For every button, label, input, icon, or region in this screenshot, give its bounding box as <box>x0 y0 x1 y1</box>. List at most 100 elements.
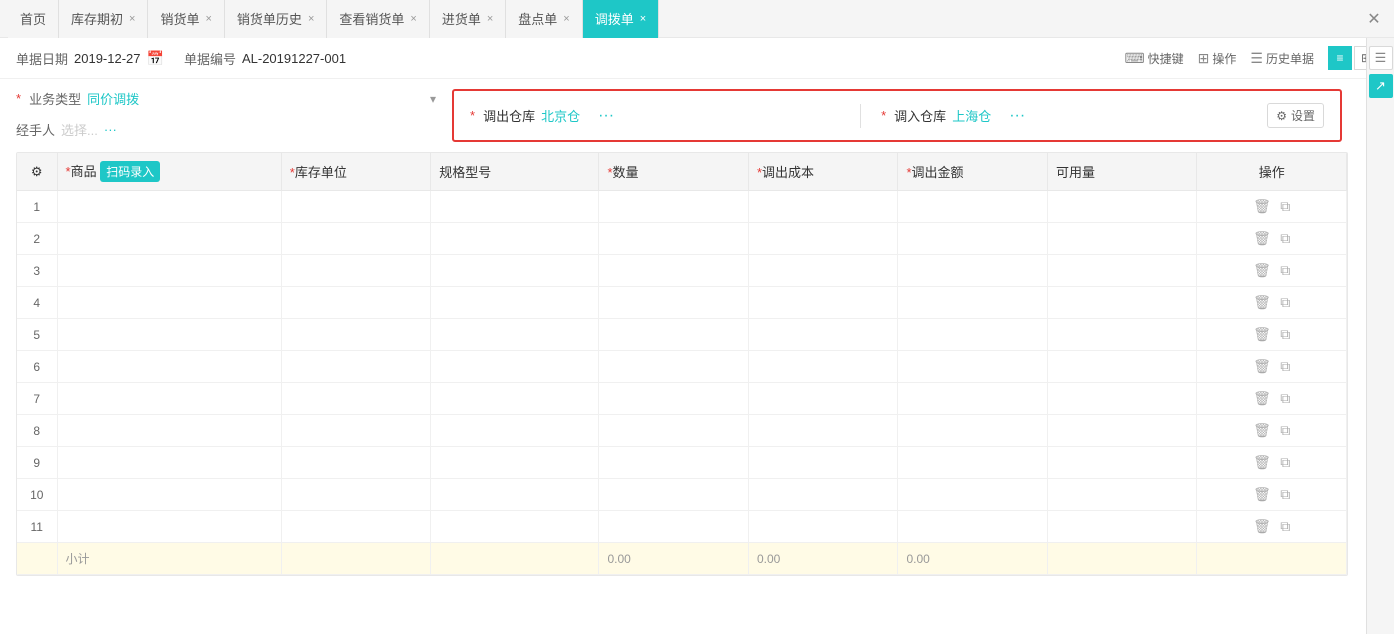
copy-icon[interactable]: ⧉ <box>1280 262 1290 278</box>
copy-icon[interactable]: ⧉ <box>1280 518 1290 534</box>
row-qty[interactable] <box>599 511 749 543</box>
row-product[interactable] <box>57 319 281 351</box>
copy-icon[interactable]: ⧉ <box>1280 230 1290 246</box>
delete-icon[interactable]: 🗑 <box>1253 358 1271 374</box>
history-action[interactable]: ☰ 历史单据 <box>1250 50 1314 67</box>
row-available[interactable] <box>1047 319 1197 351</box>
warehouse-in-more-button[interactable]: ··· <box>1009 107 1025 125</box>
row-unit[interactable] <box>281 383 431 415</box>
row-unit[interactable] <box>281 351 431 383</box>
row-amount[interactable] <box>898 191 1048 223</box>
row-cost[interactable] <box>748 223 898 255</box>
row-product[interactable] <box>57 511 281 543</box>
row-qty[interactable] <box>599 191 749 223</box>
shortcut-action[interactable]: ⌨ 快捷键 <box>1124 50 1183 67</box>
row-qty[interactable] <box>599 319 749 351</box>
delete-icon[interactable]: 🗑 <box>1253 390 1271 406</box>
tab-stocktake[interactable]: 盘点单 × <box>506 0 582 38</box>
row-amount[interactable] <box>898 415 1048 447</box>
row-amount[interactable] <box>898 351 1048 383</box>
row-unit[interactable] <box>281 447 431 479</box>
list-view-button[interactable]: ≡ <box>1328 46 1352 70</box>
row-amount[interactable] <box>898 511 1048 543</box>
row-available[interactable] <box>1047 383 1197 415</box>
delete-icon[interactable]: 🗑 <box>1253 262 1271 278</box>
tab-view-sales[interactable]: 查看销货单 × <box>327 0 429 38</box>
row-amount[interactable] <box>898 223 1048 255</box>
row-product[interactable] <box>57 415 281 447</box>
row-available[interactable] <box>1047 415 1197 447</box>
row-product[interactable] <box>57 447 281 479</box>
row-unit[interactable] <box>281 287 431 319</box>
side-share-button[interactable]: ↗ <box>1369 74 1393 98</box>
row-available[interactable] <box>1047 479 1197 511</box>
operation-action[interactable]: ⊞ 操作 <box>1198 50 1237 67</box>
tab-purchase[interactable]: 进货单 × <box>430 0 506 38</box>
tab-close-icon[interactable]: × <box>563 13 569 25</box>
row-unit[interactable] <box>281 511 431 543</box>
row-cost[interactable] <box>748 511 898 543</box>
row-qty[interactable] <box>599 255 749 287</box>
tab-close-icon[interactable]: × <box>410 13 416 25</box>
row-amount[interactable] <box>898 319 1048 351</box>
tab-transfer[interactable]: 调拨单 × <box>583 0 659 38</box>
row-spec[interactable] <box>431 191 599 223</box>
row-spec[interactable] <box>431 287 599 319</box>
copy-icon[interactable]: ⧉ <box>1280 454 1290 470</box>
copy-icon[interactable]: ⧉ <box>1280 390 1290 406</box>
copy-icon[interactable]: ⧉ <box>1280 198 1290 214</box>
row-spec[interactable] <box>431 479 599 511</box>
tab-sales-order[interactable]: 销货单 × <box>148 0 224 38</box>
row-qty[interactable] <box>599 415 749 447</box>
tab-home[interactable]: 首页 <box>8 0 59 38</box>
agent-more-button[interactable]: ··· <box>104 122 117 137</box>
row-product[interactable] <box>57 479 281 511</box>
tab-close-icon[interactable]: × <box>129 13 135 25</box>
row-amount[interactable] <box>898 287 1048 319</box>
row-available[interactable] <box>1047 447 1197 479</box>
row-unit[interactable] <box>281 223 431 255</box>
row-product[interactable] <box>57 287 281 319</box>
row-cost[interactable] <box>748 191 898 223</box>
copy-icon[interactable]: ⧉ <box>1280 422 1290 438</box>
row-product[interactable] <box>57 351 281 383</box>
row-cost[interactable] <box>748 447 898 479</box>
th-settings[interactable]: ⚙ <box>17 153 57 191</box>
delete-icon[interactable]: 🗑 <box>1253 294 1271 310</box>
row-spec[interactable] <box>431 447 599 479</box>
row-qty[interactable] <box>599 287 749 319</box>
tab-inventory-init[interactable]: 库存期初 × <box>59 0 148 38</box>
row-cost[interactable] <box>748 415 898 447</box>
row-spec[interactable] <box>431 415 599 447</box>
settings-button[interactable]: ⚙ 设置 <box>1267 103 1324 128</box>
side-doc-button[interactable]: ☰ <box>1369 46 1393 70</box>
delete-icon[interactable]: 🗑 <box>1253 326 1271 342</box>
row-product[interactable] <box>57 255 281 287</box>
row-cost[interactable] <box>748 383 898 415</box>
delete-icon[interactable]: 🗑 <box>1253 230 1271 246</box>
row-qty[interactable] <box>599 447 749 479</box>
row-amount[interactable] <box>898 447 1048 479</box>
scan-button[interactable]: 扫码录入 <box>100 161 160 182</box>
row-available[interactable] <box>1047 351 1197 383</box>
copy-icon[interactable]: ⧉ <box>1280 326 1290 342</box>
row-available[interactable] <box>1047 191 1197 223</box>
row-amount[interactable] <box>898 383 1048 415</box>
copy-icon[interactable]: ⧉ <box>1280 486 1290 502</box>
row-amount[interactable] <box>898 255 1048 287</box>
row-spec[interactable] <box>431 511 599 543</box>
row-unit[interactable] <box>281 319 431 351</box>
row-product[interactable] <box>57 191 281 223</box>
window-close-button[interactable]: ✕ <box>1362 7 1386 31</box>
row-spec[interactable] <box>431 383 599 415</box>
row-unit[interactable] <box>281 415 431 447</box>
row-product[interactable] <box>57 223 281 255</box>
copy-icon[interactable]: ⧉ <box>1280 294 1290 310</box>
tab-close-icon[interactable]: × <box>205 13 211 25</box>
delete-icon[interactable]: 🗑 <box>1253 518 1271 534</box>
delete-icon[interactable]: 🗑 <box>1253 454 1271 470</box>
agent-input[interactable]: 选择... <box>61 120 98 139</box>
row-spec[interactable] <box>431 351 599 383</box>
row-amount[interactable] <box>898 479 1048 511</box>
row-cost[interactable] <box>748 255 898 287</box>
